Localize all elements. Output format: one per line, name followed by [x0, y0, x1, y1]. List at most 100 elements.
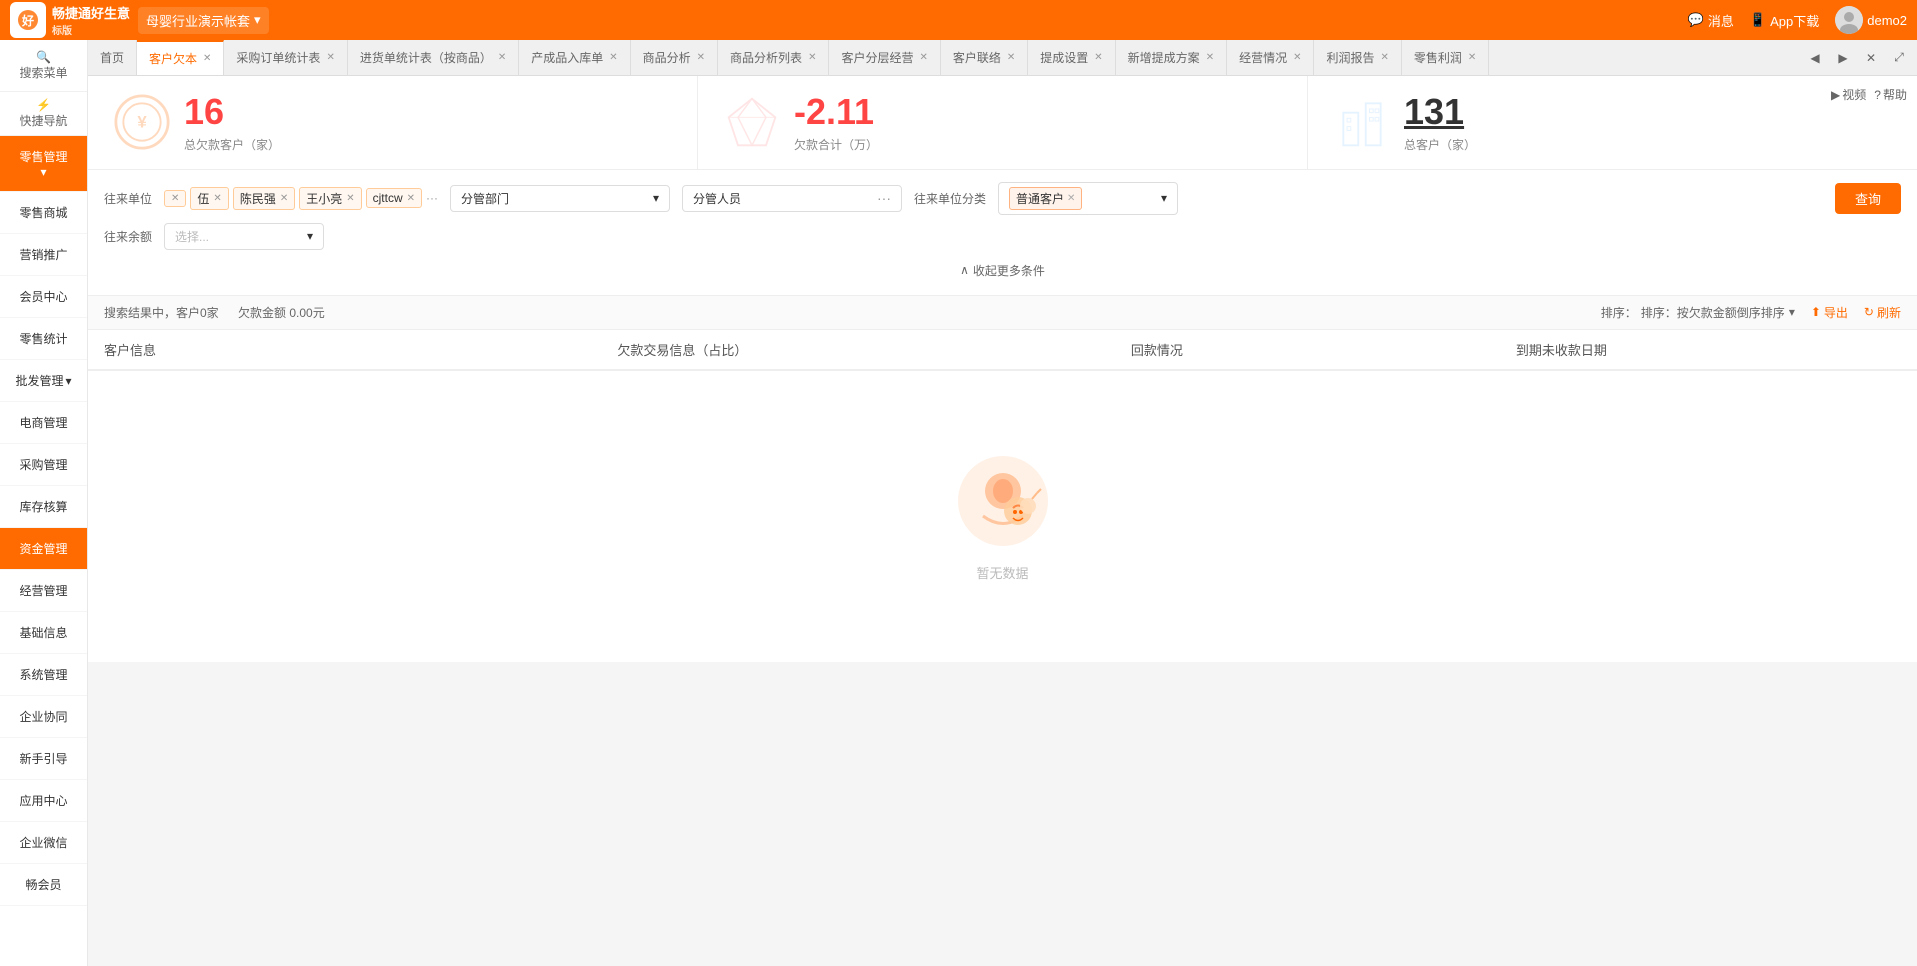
tab-commission-settings[interactable]: 提成设置 ✕	[1028, 40, 1115, 76]
tab-stock-stats-by-product[interactable]: 进货单统计表（按商品） ✕	[348, 40, 519, 76]
tenant-selector[interactable]: 母婴行业演示帐套 ▾	[138, 7, 269, 34]
query-btn[interactable]: 查询	[1835, 183, 1901, 214]
unit-tags: ✕ 伍 ✕ 陈民强 ✕ 王小亮	[164, 187, 438, 210]
tag-label: 王小亮	[306, 190, 342, 207]
tab-new-commission-plan[interactable]: 新增提成方案 ✕	[1116, 40, 1227, 76]
tab-scroll-right[interactable]: ▶	[1831, 46, 1855, 70]
sort-select[interactable]: 排序： 排序：按欠款金额倒序排序 ▾	[1601, 304, 1795, 321]
collapse-more-btn[interactable]: ∧ 收起更多条件	[104, 258, 1901, 283]
sidebar-quick-nav[interactable]: ⚡ 快捷导航	[0, 92, 87, 136]
tag-remove-btn[interactable]: ✕	[346, 193, 354, 204]
sidebar-item-ecommerce-mgmt[interactable]: 电商管理	[0, 402, 87, 444]
sidebar-item-marketing[interactable]: 营销推广	[0, 234, 87, 276]
tab-label: 经营情况	[1239, 49, 1287, 66]
tab-product-analysis[interactable]: 商品分析 ✕	[631, 40, 718, 76]
help-btn[interactable]: ? 帮助	[1874, 86, 1907, 103]
sidebar-item-retail-mgmt[interactable]: 零售管理 ▾	[0, 136, 87, 192]
sidebar-item-wholesale-mgmt[interactable]: 批发管理 ▾	[0, 360, 87, 402]
close-icon[interactable]: ✕	[697, 52, 705, 63]
video-help-btn[interactable]: ▶ 视频	[1831, 86, 1866, 103]
tab-product-analysis-list[interactable]: 商品分析列表 ✕	[718, 40, 829, 76]
tab-purchase-order-stats[interactable]: 采购订单统计表 ✕	[224, 40, 347, 76]
close-icon[interactable]: ✕	[326, 52, 334, 63]
close-icon[interactable]: ✕	[609, 52, 617, 63]
sidebar-item-chang-member[interactable]: 畅会员	[0, 864, 87, 906]
sidebar-item-purchase-mgmt[interactable]: 采购管理	[0, 444, 87, 486]
tab-operation-status[interactable]: 经营情况 ✕	[1227, 40, 1314, 76]
sidebar-item-label: 系统管理	[8, 666, 79, 683]
tab-customer-tier[interactable]: 客户分层经营 ✕	[829, 40, 940, 76]
tab-customer-arrears[interactable]: 客户欠本 ✕	[137, 40, 224, 76]
tab-profit-report[interactable]: 利润报告 ✕	[1314, 40, 1401, 76]
close-icon[interactable]: ✕	[1007, 52, 1015, 63]
tag-x-icon[interactable]: ✕	[171, 193, 179, 204]
tag-remove-btn[interactable]: ✕	[407, 193, 415, 204]
app-download-btn[interactable]: 📱 App下载	[1750, 11, 1819, 30]
close-icon[interactable]: ✕	[1293, 52, 1301, 63]
tab-label: 产成品入库单	[531, 49, 603, 66]
class-filter-select[interactable]: 普通客户 ✕ ▾	[998, 182, 1178, 215]
tab-label: 商品分析列表	[730, 49, 802, 66]
sidebar-item-enterprise-wechat[interactable]: 企业微信	[0, 822, 87, 864]
tab-expand[interactable]: ⤢	[1887, 46, 1911, 70]
sidebar-item-retail-mall[interactable]: 零售商城	[0, 192, 87, 234]
tab-home[interactable]: 首页	[88, 40, 137, 76]
sidebar-item-label: 电商管理	[8, 414, 79, 431]
sidebar-item-basic-info[interactable]: 基础信息	[0, 612, 87, 654]
tab-close-all[interactable]: ✕	[1859, 46, 1883, 70]
col-arrears-info: 欠款交易信息（占比）	[617, 340, 1130, 359]
tab-label: 新增提成方案	[1128, 49, 1200, 66]
sidebar-item-operation-mgmt[interactable]: 经营管理	[0, 570, 87, 612]
sidebar-item-label: 畅会员	[8, 876, 79, 893]
close-icon[interactable]: ✕	[1381, 52, 1389, 63]
sidebar-item-label: 零售商城	[8, 204, 79, 221]
tab-customer-contact[interactable]: 客户联络 ✕	[941, 40, 1028, 76]
close-icon[interactable]: ✕	[1094, 52, 1102, 63]
close-icon[interactable]: ✕	[1206, 52, 1214, 63]
class-tag-remove-btn[interactable]: ✕	[1067, 193, 1075, 204]
sidebar-item-retail-stats[interactable]: 零售统计	[0, 318, 87, 360]
sidebar-item-inventory[interactable]: 库存核算	[0, 486, 87, 528]
tab-production-in[interactable]: 产成品入库单 ✕	[519, 40, 630, 76]
chevron-down-icon: ▾	[653, 191, 659, 205]
sidebar-search[interactable]: 🔍 搜索菜单	[0, 40, 87, 92]
tab-scroll-left[interactable]: ◀	[1803, 46, 1827, 70]
sidebar-item-app-center[interactable]: 应用中心	[0, 780, 87, 822]
chevron-down-icon: ▾	[254, 12, 261, 28]
sidebar-item-new-guide[interactable]: 新手引导	[0, 738, 87, 780]
stat-number: 131	[1404, 92, 1476, 132]
close-icon[interactable]: ✕	[498, 52, 506, 63]
chevron-down-icon: ▾	[1161, 191, 1167, 205]
app-logo-icon: 好	[10, 2, 46, 38]
sidebar-item-member-center[interactable]: 会员中心	[0, 276, 87, 318]
tag-remove-btn[interactable]: ✕	[280, 193, 288, 204]
sidebar-item-enterprise-collab[interactable]: 企业协同	[0, 696, 87, 738]
messages-btn[interactable]: 💬 消息	[1688, 11, 1734, 30]
refresh-btn[interactable]: ↻ 刷新	[1864, 304, 1901, 321]
close-icon[interactable]: ✕	[808, 52, 816, 63]
search-result-text: 搜索结果中，客户0家	[104, 306, 219, 320]
tab-label: 进货单统计表（按商品）	[360, 49, 492, 66]
tag-remove-btn[interactable]: ✕	[213, 193, 221, 204]
tab-retail-profit[interactable]: 零售利润 ✕	[1402, 40, 1489, 76]
sidebar-item-label: 基础信息	[8, 624, 79, 641]
sidebar-item-system-mgmt[interactable]: 系统管理	[0, 654, 87, 696]
export-btn[interactable]: ⬆ 导出	[1811, 304, 1848, 321]
close-icon[interactable]: ✕	[919, 52, 927, 63]
balance-filter-select[interactable]: 选择... ▾	[164, 223, 324, 250]
stat-card-total-arrears: -2.11 欠款合计（万）	[698, 76, 1308, 169]
filter-dots-icon[interactable]: ···	[877, 190, 891, 206]
dept-filter-select[interactable]: 分管部门 ▾	[450, 185, 670, 212]
tab-bar: 首页 客户欠本 ✕ 采购订单统计表 ✕ 进货单统计表（按商品） ✕ 产成品入库单…	[88, 40, 1917, 76]
result-actions: 排序： 排序：按欠款金额倒序排序 ▾ ⬆ 导出 ↻ 刷新	[1601, 304, 1901, 321]
col-customer-info: 客户信息	[104, 340, 617, 359]
nav-icon: ⚡	[8, 98, 79, 112]
close-icon[interactable]: ✕	[203, 53, 211, 64]
close-icon[interactable]: ✕	[1468, 52, 1476, 63]
video-label: 视频	[1842, 86, 1866, 103]
user-avatar-btn[interactable]: demo2	[1835, 6, 1907, 34]
class-tag-label: 普通客户	[1016, 190, 1064, 207]
more-tags-btn[interactable]: ···	[426, 191, 438, 205]
person-filter-select[interactable]: 分管人员 ···	[682, 185, 902, 212]
sidebar-item-finance-mgmt[interactable]: 资金管理	[0, 528, 87, 570]
